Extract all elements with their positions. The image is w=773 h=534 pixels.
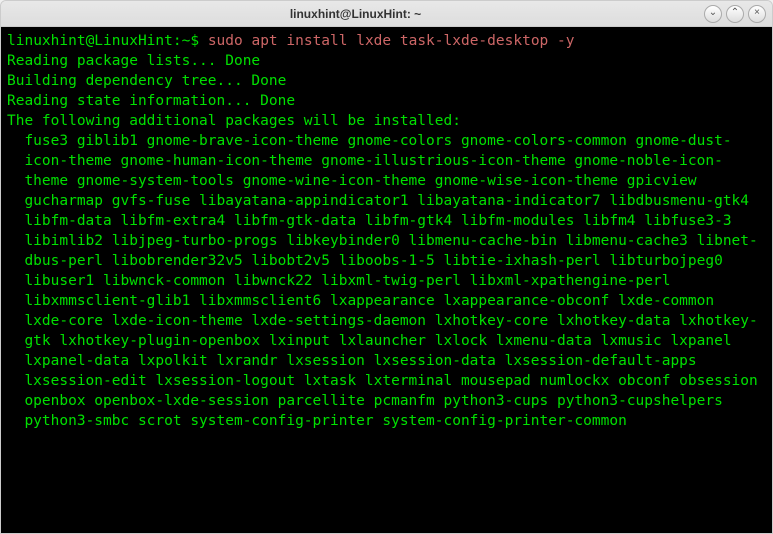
- terminal-window: linuxhint@LinuxHint: ~ ⌄ ⌃ × linuxhint@L…: [0, 0, 773, 534]
- output-line: Building dependency tree... Done: [7, 71, 766, 91]
- close-button[interactable]: ×: [748, 5, 766, 23]
- prompt-sep1: :: [173, 33, 182, 49]
- window-title: linuxhint@LinuxHint: ~: [7, 7, 704, 21]
- prompt-line: linuxhint@LinuxHint:~$ sudo apt install …: [7, 31, 766, 51]
- titlebar[interactable]: linuxhint@LinuxHint: ~ ⌄ ⌃ ×: [1, 1, 772, 27]
- terminal-body[interactable]: linuxhint@LinuxHint:~$ sudo apt install …: [1, 27, 772, 533]
- output-line: Reading package lists... Done: [7, 51, 766, 71]
- package-list: fuse3 giblib1 gnome-brave-icon-theme gno…: [7, 131, 766, 431]
- maximize-button[interactable]: ⌃: [726, 5, 744, 23]
- window-buttons: ⌄ ⌃ ×: [704, 5, 766, 23]
- minimize-button[interactable]: ⌄: [704, 5, 722, 23]
- output-line: Reading state information... Done: [7, 91, 766, 111]
- output-line: The following additional packages will b…: [7, 111, 766, 131]
- prompt-dollar: $: [190, 33, 199, 49]
- prompt-user-host: linuxhint@LinuxHint: [7, 33, 173, 49]
- command-text: sudo apt install lxde task-lxde-desktop …: [208, 33, 575, 49]
